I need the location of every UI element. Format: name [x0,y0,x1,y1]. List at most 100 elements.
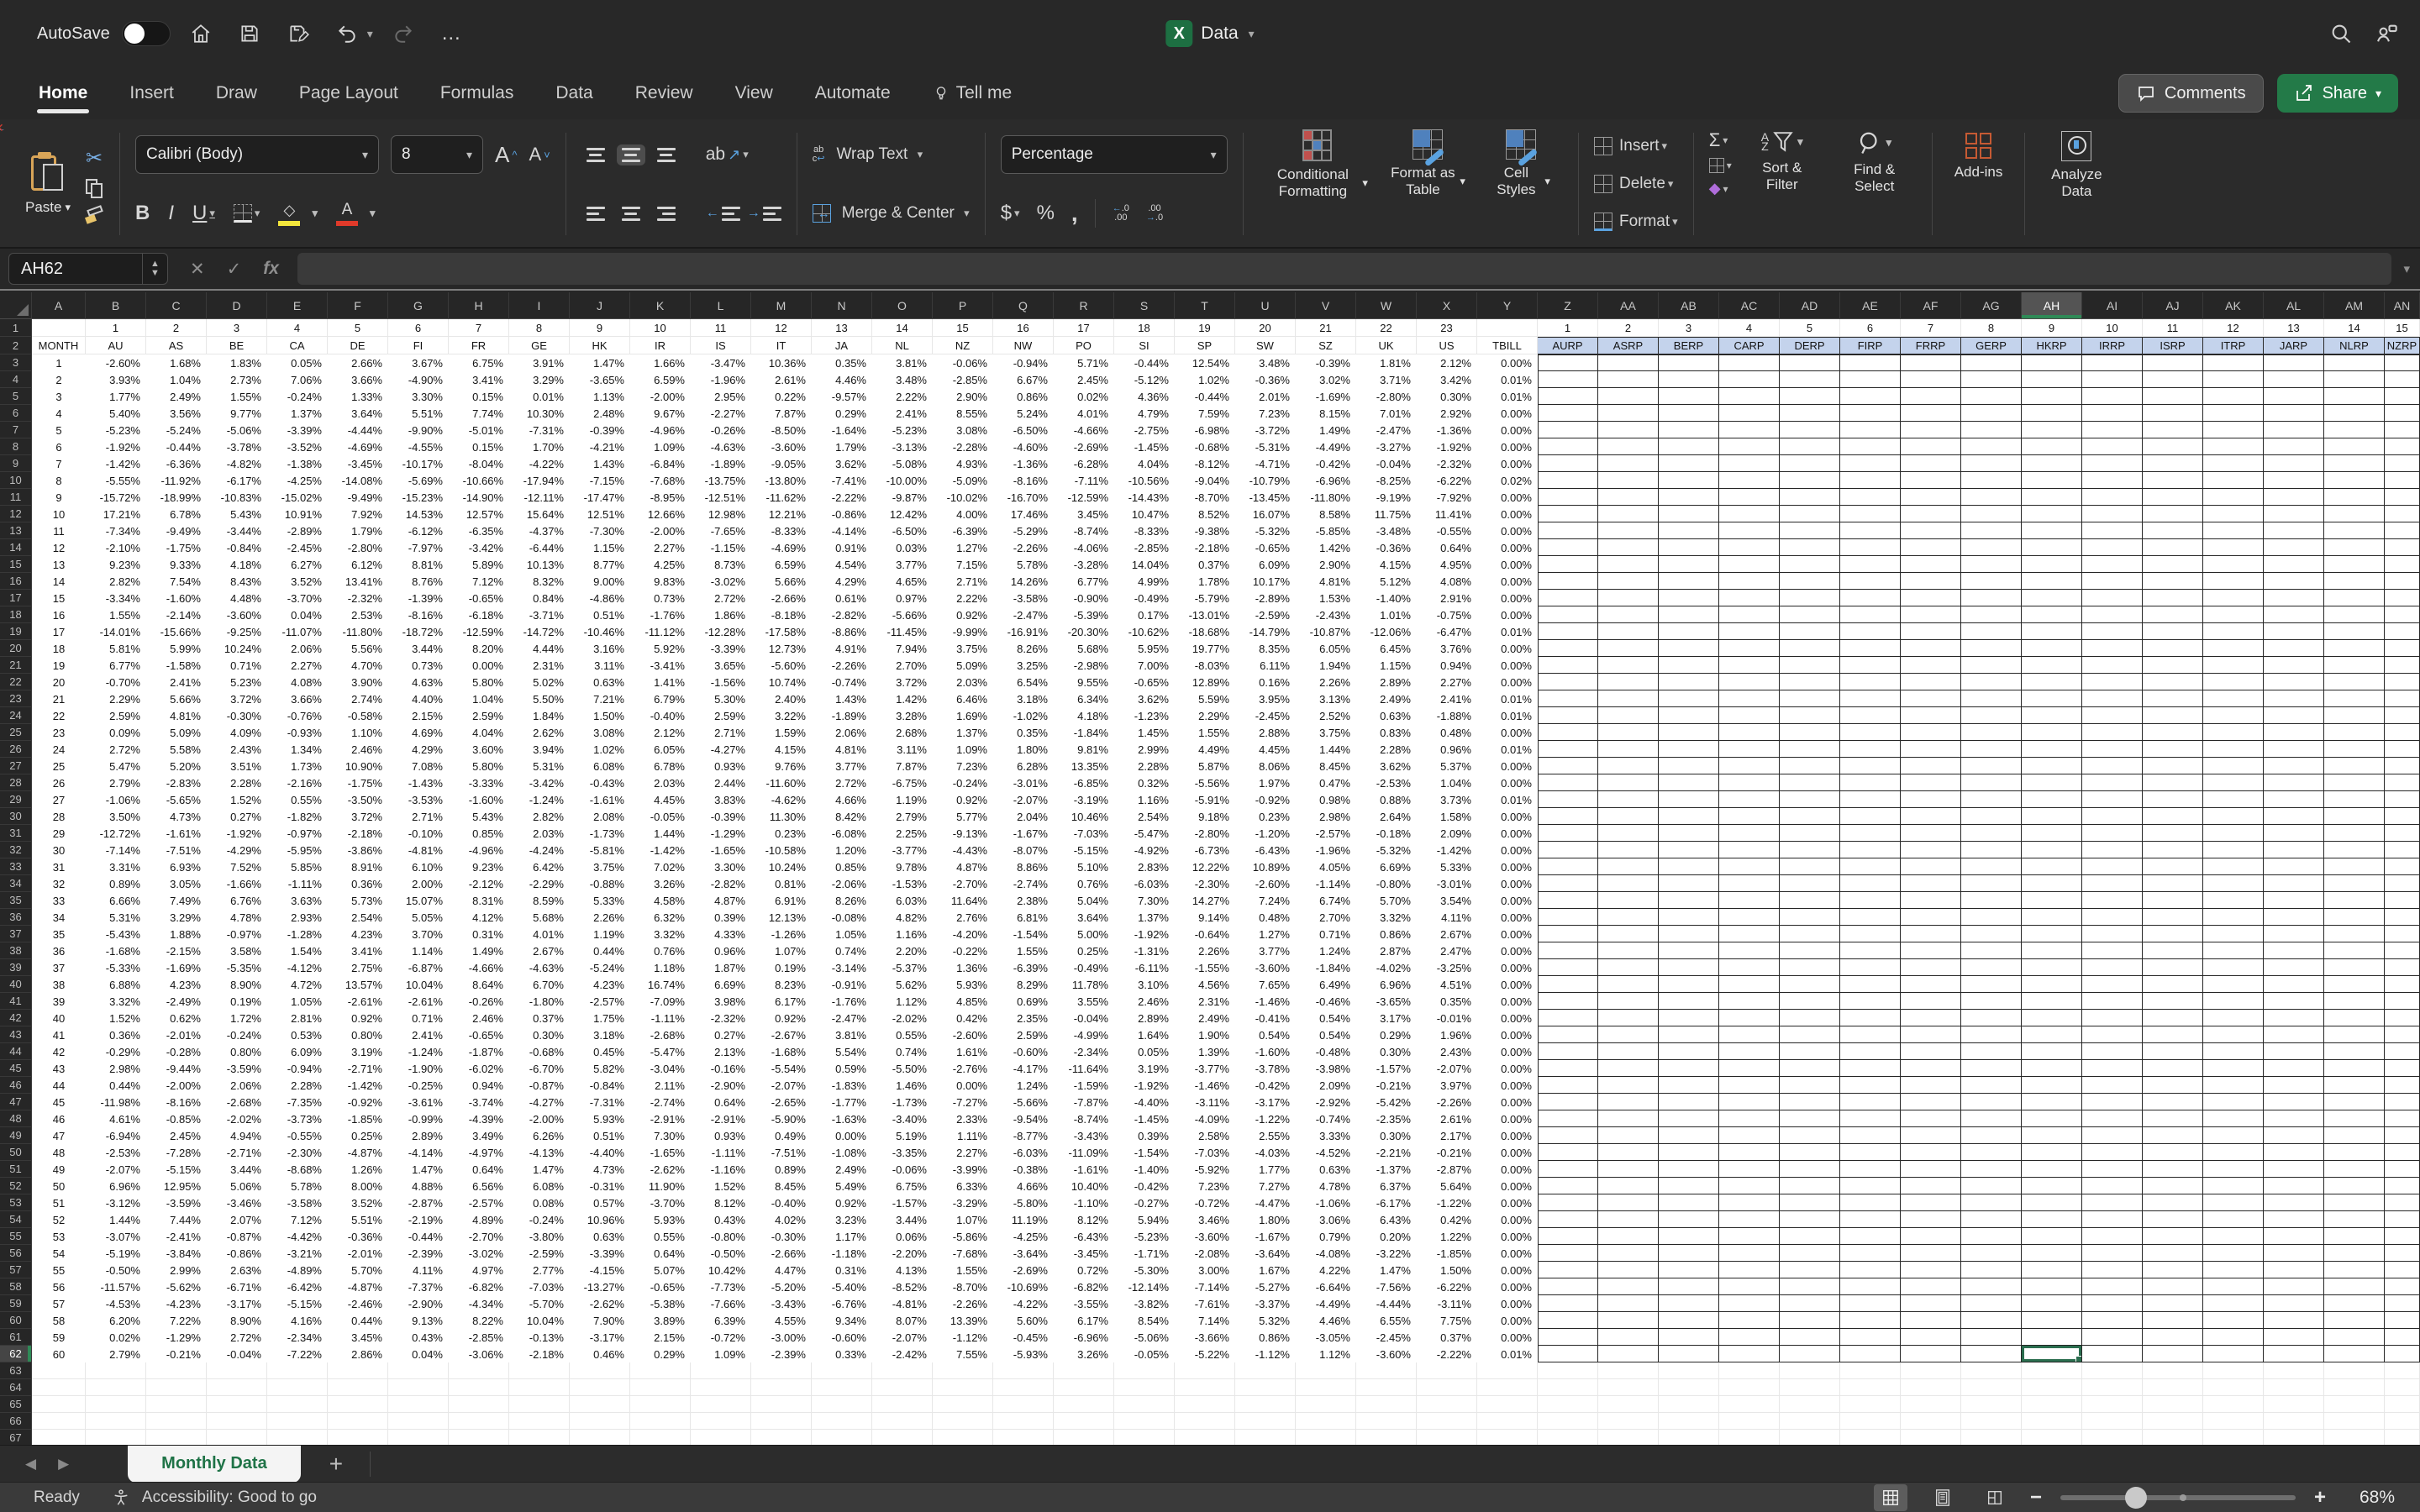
cell-D22[interactable]: 5.23% [207,674,267,690]
cell-X41[interactable]: 0.35% [1417,993,1477,1010]
cell-W31[interactable]: -0.18% [1356,825,1417,842]
cell-K60[interactable]: 3.89% [630,1312,691,1329]
cell-Q43[interactable]: 2.59% [993,1026,1054,1043]
cell-AH29[interactable] [2022,791,2082,808]
cell-K39[interactable]: 1.18% [630,959,691,976]
cell-AD6[interactable] [1780,405,1840,422]
cell-AI13[interactable] [2082,522,2143,539]
cell-C19[interactable]: -15.66% [146,623,207,640]
cell-L29[interactable]: 3.83% [691,791,751,808]
cell-K67[interactable] [630,1430,691,1446]
cell-E38[interactable]: 1.54% [267,942,328,959]
cell-D44[interactable]: 0.80% [207,1043,267,1060]
cell-R18[interactable]: -5.39% [1054,606,1114,623]
cell-AB7[interactable] [1659,422,1719,438]
row-header-46[interactable]: 46 [0,1077,32,1094]
cell-AN3[interactable] [2385,354,2420,371]
cell-B2[interactable]: AU [86,337,146,354]
cell-Q63[interactable] [993,1362,1054,1379]
cell-AI60[interactable] [2082,1312,2143,1329]
cell-C54[interactable]: 7.44% [146,1211,207,1228]
normal-view-icon[interactable] [1873,1483,1907,1511]
cell-AG11[interactable] [1961,489,2022,506]
column-header-AG[interactable]: AG [1961,292,2022,319]
cell-L49[interactable]: 0.93% [691,1127,751,1144]
cell-AC66[interactable] [1719,1413,1780,1430]
cell-Q36[interactable]: 6.81% [993,909,1054,926]
cell-AI25[interactable] [2082,724,2143,741]
cell-L6[interactable]: -2.27% [691,405,751,422]
cell-J52[interactable]: -0.31% [570,1178,630,1194]
cell-J58[interactable]: -13.27% [570,1278,630,1295]
cell-I60[interactable]: 10.04% [509,1312,570,1329]
cell-Y41[interactable]: 0.00% [1477,993,1538,1010]
column-header-AI[interactable]: AI [2082,292,2143,319]
cell-Z65[interactable] [1538,1396,1598,1413]
cell-W6[interactable]: 7.01% [1356,405,1417,422]
cell-AN57[interactable] [2385,1262,2420,1278]
cell-AB35[interactable] [1659,892,1719,909]
tab-view[interactable]: View [734,75,775,112]
cell-AE18[interactable] [1840,606,1901,623]
cell-U42[interactable]: -0.41% [1235,1010,1296,1026]
cell-AE52[interactable] [1840,1178,1901,1194]
cell-AF18[interactable] [1901,606,1961,623]
cell-C58[interactable]: -5.62% [146,1278,207,1295]
cell-AL49[interactable] [2264,1127,2324,1144]
cell-F66[interactable] [328,1413,388,1430]
cell-E17[interactable]: -3.70% [267,590,328,606]
cell-P7[interactable]: 3.08% [933,422,993,438]
cell-AL10[interactable] [2264,472,2324,489]
cell-AC57[interactable] [1719,1262,1780,1278]
cell-AM10[interactable] [2324,472,2385,489]
cell-AK38[interactable] [2203,942,2264,959]
cell-AN2[interactable]: NZRP [2385,337,2420,354]
cell-AG54[interactable] [1961,1211,2022,1228]
cell-AC14[interactable] [1719,539,1780,556]
cell-C66[interactable] [146,1413,207,1430]
cell-AH61[interactable] [2022,1329,2082,1346]
cell-AI22[interactable] [2082,674,2143,690]
cell-T33[interactable]: 12.22% [1175,858,1235,875]
cell-T19[interactable]: -18.68% [1175,623,1235,640]
number-format-select[interactable]: Percentage ▾ [1000,135,1228,174]
cell-L66[interactable] [691,1413,751,1430]
cell-AG39[interactable] [1961,959,2022,976]
cell-AE3[interactable] [1840,354,1901,371]
cell-U2[interactable]: SW [1235,337,1296,354]
cell-T12[interactable]: 8.52% [1175,506,1235,522]
cell-AB20[interactable] [1659,640,1719,657]
cell-Z8[interactable] [1538,438,1598,455]
cell-AJ3[interactable] [2143,354,2203,371]
cell-L22[interactable]: -1.56% [691,674,751,690]
cell-D45[interactable]: -3.59% [207,1060,267,1077]
cell-H40[interactable]: 8.64% [449,976,509,993]
cell-V40[interactable]: 6.49% [1296,976,1356,993]
cell-J4[interactable]: -3.65% [570,371,630,388]
cell-AF38[interactable] [1901,942,1961,959]
cell-F14[interactable]: -2.80% [328,539,388,556]
cell-S40[interactable]: 3.10% [1114,976,1175,993]
select-all-corner[interactable] [0,292,32,319]
cell-V28[interactable]: 0.47% [1296,774,1356,791]
cell-N33[interactable]: 0.85% [812,858,872,875]
format-as-table-button[interactable]: Format as Table ▾ [1381,128,1474,200]
cell-AM40[interactable] [2324,976,2385,993]
cell-D23[interactable]: 3.72% [207,690,267,707]
cell-K38[interactable]: 0.76% [630,942,691,959]
cell-P24[interactable]: 1.69% [933,707,993,724]
cell-T50[interactable]: -7.03% [1175,1144,1235,1161]
cell-Z1[interactable]: 1 [1538,319,1598,337]
cell-G11[interactable]: -15.23% [388,489,449,506]
cell-S46[interactable]: -1.92% [1114,1077,1175,1094]
cell-K10[interactable]: -7.68% [630,472,691,489]
cell-Z35[interactable] [1538,892,1598,909]
cell-Z25[interactable] [1538,724,1598,741]
cell-Y62[interactable]: 0.01% [1477,1346,1538,1362]
cell-W12[interactable]: 11.75% [1356,506,1417,522]
cell-X36[interactable]: 4.11% [1417,909,1477,926]
column-header-H[interactable]: H [449,292,509,319]
cell-A66[interactable] [32,1413,86,1430]
cell-AN22[interactable] [2385,674,2420,690]
cell-AC24[interactable] [1719,707,1780,724]
